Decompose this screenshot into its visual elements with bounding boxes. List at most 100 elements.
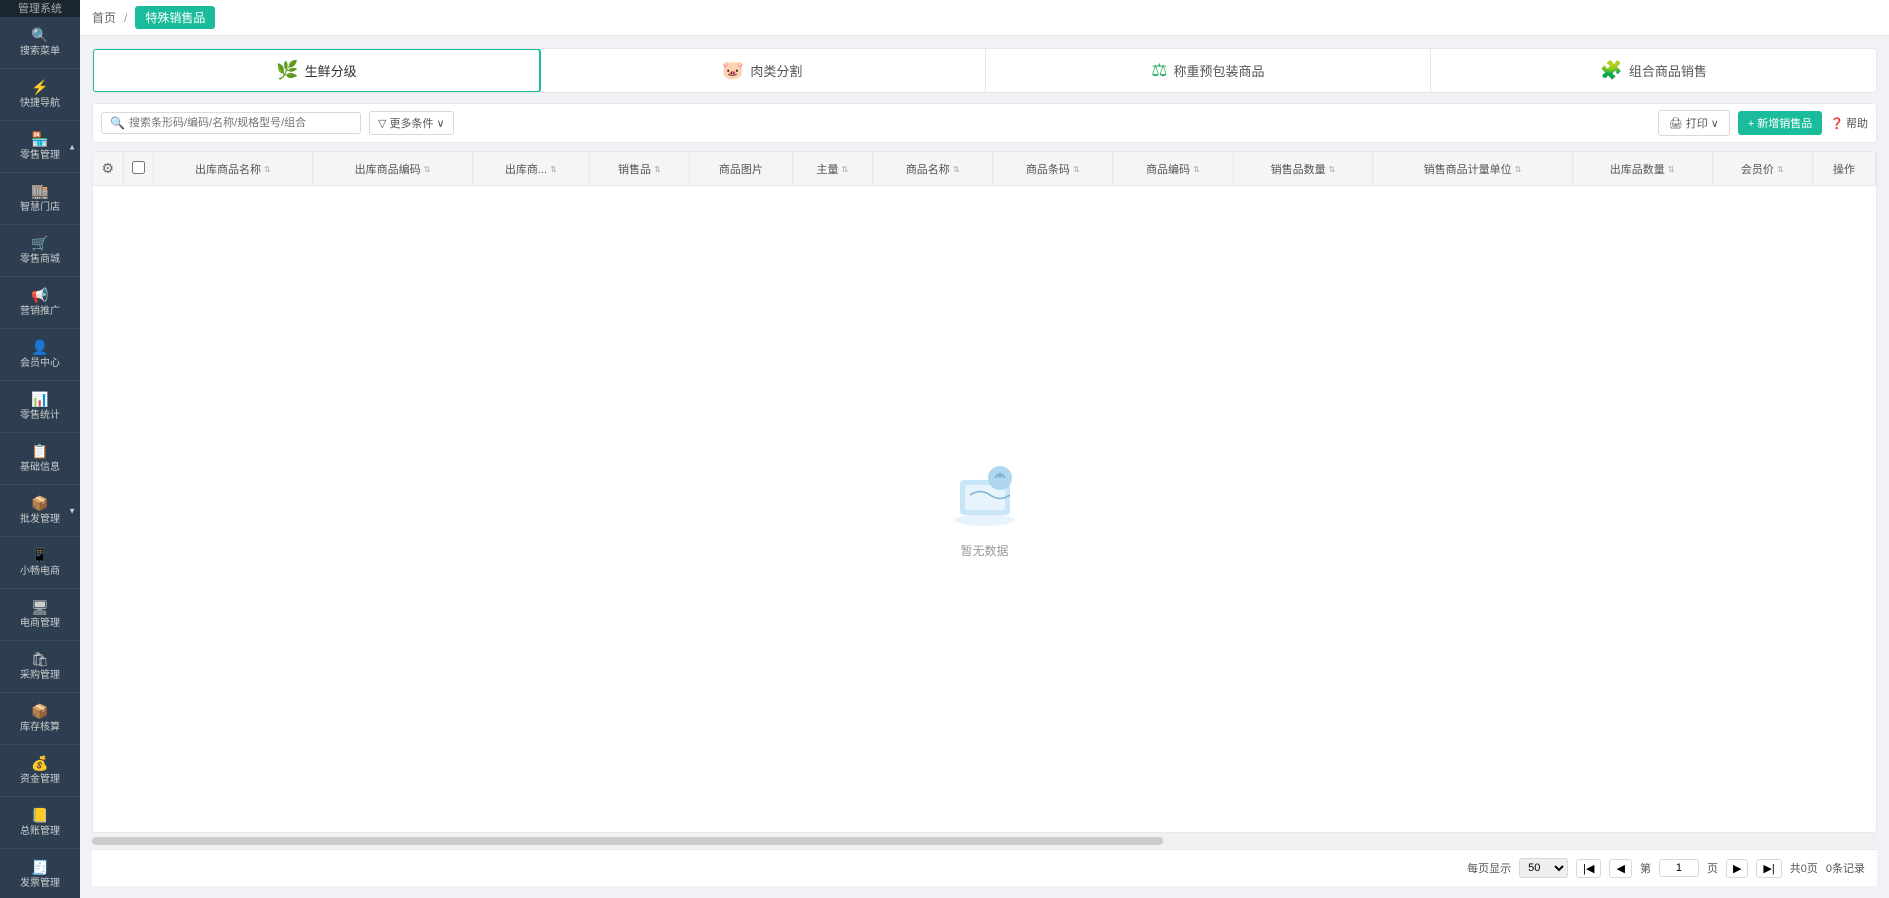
- total-records: 0条记录: [1826, 860, 1865, 876]
- sort-member-price[interactable]: ⇅: [1777, 165, 1784, 174]
- tab-combo-label: 组合商品销售: [1629, 61, 1707, 80]
- first-page-button[interactable]: |◀: [1576, 859, 1601, 878]
- sidebar-item-member[interactable]: 👤 会员中心: [0, 329, 80, 381]
- sort-out-qty[interactable]: ⇅: [1668, 165, 1675, 174]
- page-size-select[interactable]: 50 10 20 100: [1519, 858, 1568, 878]
- retail-mall-icon: 🛒: [31, 235, 48, 252]
- next-page-button[interactable]: ▶: [1726, 859, 1748, 878]
- member-icon: 👤: [31, 339, 48, 356]
- pagination: 每页显示 50 10 20 100 |◀ ◀ 第 页 ▶ ▶| 共0页 0条记录: [92, 849, 1877, 886]
- main-content: 首页 / 特殊销售品 🌿 生鲜分级 🐷 肉类分割 ⚖ 称重预包装商品 🧩 组合商…: [80, 0, 1889, 898]
- col-sale-unit-header: 销售商品计量单位 ⇅: [1373, 152, 1572, 186]
- prev-page-button[interactable]: ◀: [1609, 859, 1631, 878]
- col-goods-barcode-header: 商品条码 ⇅: [993, 152, 1113, 186]
- page-content: 🌿 生鲜分级 🐷 肉类分割 ⚖ 称重预包装商品 🧩 组合商品销售 🔍: [80, 36, 1889, 898]
- sidebar-logo: 管理系统: [0, 0, 80, 17]
- sidebar-item-quick[interactable]: ⚡ 快捷导航: [0, 69, 80, 121]
- empty-text: 暂无数据: [960, 542, 1008, 559]
- meat-icon: 🐷: [722, 60, 744, 81]
- tab-fresh[interactable]: 🌿 生鲜分级: [92, 48, 541, 93]
- sidebar-item-search[interactable]: 🔍 搜索菜单: [0, 17, 80, 69]
- page-suffix: 页: [1707, 860, 1718, 876]
- breadcrumb-separator: /: [124, 11, 127, 25]
- ecommerce-icon: 🖥: [31, 599, 49, 616]
- col-member-price-header: 会员价 ⇅: [1712, 152, 1812, 186]
- sidebar-item-general-ledger[interactable]: 📒 总账管理: [0, 797, 80, 849]
- scrollbar-thumb[interactable]: [92, 837, 1163, 845]
- page-number-input[interactable]: [1659, 859, 1699, 877]
- sidebar: 管理系统 🔍 搜索菜单 ⚡ 快捷导航 🏪 零售管理 🏬 智慧门店 🛒 零售商城 …: [0, 0, 80, 898]
- col-out-spec-header: 出库商... ⇅: [472, 152, 589, 186]
- purchase-icon: 🛍: [31, 651, 49, 668]
- search-menu-icon: 🔍: [31, 27, 48, 44]
- empty-state: 暂无数据: [93, 186, 1876, 832]
- sidebar-item-retail-stats[interactable]: 📊 零售统计: [0, 381, 80, 433]
- retail-stats-icon: 📊: [31, 391, 48, 408]
- col-out-name-header: 出库商品名称 ⇅: [153, 152, 313, 186]
- sort-out-code[interactable]: ⇅: [424, 165, 431, 174]
- breadcrumb-current[interactable]: 特殊销售品: [135, 6, 215, 29]
- sort-sale-unit[interactable]: ⇅: [1515, 165, 1522, 174]
- tab-combo[interactable]: 🧩 组合商品销售: [1431, 49, 1876, 92]
- sort-goods-name[interactable]: ⇅: [953, 165, 960, 174]
- sidebar-item-marketing[interactable]: 📢 营销推广: [0, 277, 80, 329]
- fresh-icon: 🌿: [276, 60, 298, 81]
- print-chevron: ∨: [1711, 117, 1719, 130]
- breadcrumb-home[interactable]: 首页: [92, 9, 116, 26]
- tab-scale[interactable]: ⚖ 称重预包装商品: [986, 49, 1432, 92]
- scale-icon: ⚖: [1151, 60, 1167, 81]
- col-sale-item-header: 销售品 ⇅: [589, 152, 689, 186]
- search-input[interactable]: [129, 117, 352, 129]
- col-out-qty-header: 出库品数量 ⇅: [1572, 152, 1712, 186]
- toolbar: 🔍 ▽ 更多条件 ∨ 🖨 打印 ∨ + 新增销售品: [92, 103, 1877, 143]
- tab-meat[interactable]: 🐷 肉类分割: [540, 49, 986, 92]
- toolbar-right: 🖨 打印 ∨ + 新增销售品 ❓ 帮助: [1658, 110, 1868, 136]
- general-ledger-icon: 📒: [31, 807, 48, 824]
- inventory-icon: 📦: [31, 703, 48, 720]
- sidebar-item-finance[interactable]: 💰 资金管理: [0, 745, 80, 797]
- marketing-icon: 📢: [31, 287, 48, 304]
- sort-out-spec[interactable]: ⇅: [550, 165, 557, 174]
- sort-sale-item[interactable]: ⇅: [654, 165, 661, 174]
- print-icon: 🖨: [1669, 117, 1683, 130]
- smart-store-icon: 🏬: [31, 183, 48, 200]
- col-image-header: 商品图片: [690, 152, 793, 186]
- sidebar-item-invoice[interactable]: 🧾 发票管理: [0, 849, 80, 898]
- mini-store-icon: 📱: [31, 547, 48, 564]
- sort-weight[interactable]: ⇅: [842, 165, 849, 174]
- sidebar-item-purchase[interactable]: 🛍 采购管理: [0, 641, 80, 693]
- sidebar-item-ecommerce[interactable]: 🖥 电商管理: [0, 589, 80, 641]
- sort-sale-qty[interactable]: ⇅: [1329, 165, 1336, 174]
- sidebar-item-basic-info[interactable]: 📋 基础信息: [0, 433, 80, 485]
- sort-out-name[interactable]: ⇅: [264, 165, 271, 174]
- sidebar-item-retail[interactable]: 🏪 零售管理: [0, 121, 80, 173]
- column-settings-icon[interactable]: ⚙: [101, 160, 114, 176]
- horizontal-scrollbar[interactable]: [92, 837, 1877, 845]
- tab-fresh-label: 生鲜分级: [305, 61, 357, 80]
- select-all-checkbox[interactable]: [132, 161, 145, 174]
- filter-button[interactable]: ▽ 更多条件 ∨: [369, 111, 454, 135]
- tab-meat-label: 肉类分割: [750, 61, 802, 80]
- col-sale-qty-header: 销售品数量 ⇅: [1233, 152, 1373, 186]
- invoice-icon: 🧾: [31, 859, 48, 876]
- help-button[interactable]: ❓ 帮助: [1830, 115, 1868, 131]
- search-box[interactable]: 🔍: [101, 112, 361, 134]
- col-weight-header: 主量 ⇅: [792, 152, 873, 186]
- sidebar-item-mini-store[interactable]: 📱 小畅电商: [0, 537, 80, 589]
- search-icon: 🔍: [110, 116, 125, 130]
- page-label: 第: [1640, 860, 1651, 876]
- sidebar-item-inventory[interactable]: 📦 库存核算: [0, 693, 80, 745]
- sidebar-item-wholesale[interactable]: 📦 批发管理: [0, 485, 80, 537]
- filter-chevron: ∨: [436, 117, 444, 130]
- data-table: ⚙ 出库商品名称 ⇅ 出库商品编码 ⇅: [93, 152, 1876, 186]
- new-sale-item-button[interactable]: + 新增销售品: [1738, 111, 1822, 135]
- last-page-button[interactable]: ▶|: [1756, 859, 1781, 878]
- basic-info-icon: 📋: [31, 443, 48, 460]
- sidebar-item-retail-mall[interactable]: 🛒 零售商城: [0, 225, 80, 277]
- sidebar-item-smart-store[interactable]: 🏬 智慧门店: [0, 173, 80, 225]
- topbar: 首页 / 特殊销售品: [80, 0, 1889, 36]
- sort-goods-barcode[interactable]: ⇅: [1073, 165, 1080, 174]
- print-button[interactable]: 🖨 打印 ∨: [1658, 110, 1730, 136]
- table-container: ⚙ 出库商品名称 ⇅ 出库商品编码 ⇅: [92, 151, 1877, 833]
- sort-goods-code[interactable]: ⇅: [1193, 165, 1200, 174]
